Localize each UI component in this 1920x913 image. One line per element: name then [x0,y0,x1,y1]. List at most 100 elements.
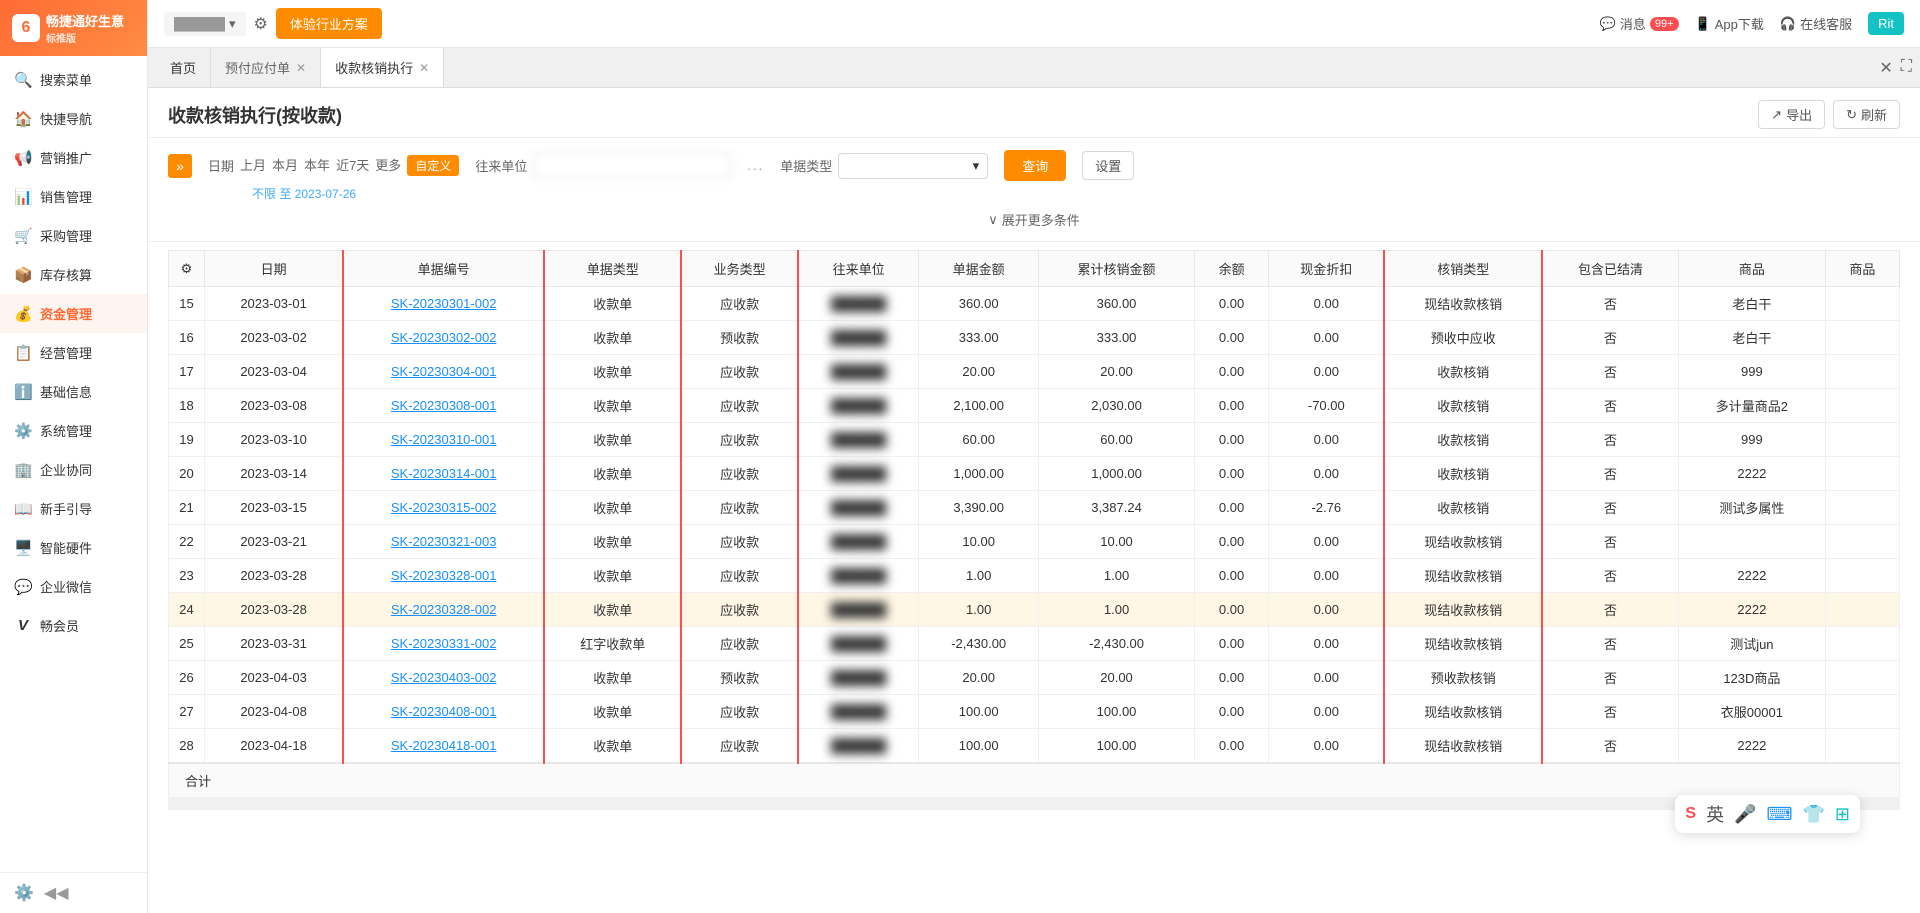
sidebar-item-sales[interactable]: 📊 销售管理 [0,177,147,216]
setting-button[interactable]: 设置 [1082,151,1134,180]
cell-biztype: 应收款 [681,389,798,423]
sidebar-item-finance[interactable]: 💰 资金管理 [0,294,147,333]
cell-docno[interactable]: SK-20230328-002 [343,593,544,627]
export-button[interactable]: ↗ 导出 [1758,100,1825,129]
tab-prepay-close-icon[interactable]: ✕ [296,61,306,75]
industry-solution-button[interactable]: 体验行业方案 [276,8,382,39]
expand-more-btn[interactable]: ∨ 展开更多条件 [168,210,1900,229]
sidebar-item-basic[interactable]: ℹ️ 基础信息 [0,372,147,411]
cell-discount: 0.00 [1269,287,1385,321]
table-row: 272023-04-08SK-20230408-001收款单应收款██████1… [169,695,1900,729]
date-custom-btn[interactable]: 自定义 [407,155,459,176]
cell-partner: ██████ [798,729,919,764]
settings-icon[interactable]: ⚙️ [14,883,34,903]
toolbar-mic-icon[interactable]: 🎤 [1734,804,1756,825]
date-7days[interactable]: 近7天 [336,155,369,176]
cell-docno[interactable]: SK-20230418-001 [343,729,544,764]
cell-docno[interactable]: SK-20230408-001 [343,695,544,729]
settings-icon: ⚙ [181,261,193,276]
cell-num: 26 [169,661,205,695]
date-this-month[interactable]: 本月 [272,155,298,176]
sidebar-item-operations[interactable]: 📋 经营管理 [0,333,147,372]
sidebar-item-purchase[interactable]: 🛒 采购管理 [0,216,147,255]
tab-home[interactable]: 首页 [156,48,211,87]
date-links: 上月 本月 本年 近7天 更多 自定义 [240,155,459,176]
cell-docno[interactable]: SK-20230304-001 [343,355,544,389]
horizontal-scrollbar[interactable] [168,798,1900,810]
table-row: 182023-03-08SK-20230308-001收款单应收款██████2… [169,389,1900,423]
cell-settled: 否 [1542,423,1678,457]
cell-amount: 1.00 [919,593,1039,627]
sidebar-item-label: 智能硬件 [40,538,92,557]
cell-num: 15 [169,287,205,321]
company-selector[interactable]: ██████ ▾ [164,12,246,36]
sidebar-item-wechat[interactable]: 💬 企业微信 [0,567,147,606]
doctype-select[interactable]: ▾ [838,153,988,179]
sidebar-item-quicknav[interactable]: 🏠 快捷导航 [0,99,147,138]
page-title-bar: 收款核销执行(按收款) ↗ 导出 ↻ 刷新 [148,88,1920,138]
cell-docno[interactable]: SK-20230314-001 [343,457,544,491]
sidebar-logo: 6 畅捷通好生意 标推版 [0,0,147,56]
settings-gear-icon[interactable]: ⚙ [254,14,268,34]
col-settled: 包含已结清 [1542,251,1678,287]
toolbar-keyboard-icon[interactable]: ⌨ [1767,804,1793,825]
cell-docno[interactable]: SK-20230308-001 [343,389,544,423]
cell-docno[interactable]: SK-20230310-001 [343,423,544,457]
messages-action[interactable]: 💬 消息 99+ [1600,14,1679,33]
cell-product2 [1825,389,1899,423]
sidebar-item-marketing[interactable]: 📢 营销推广 [0,138,147,177]
cell-settled: 否 [1542,661,1678,695]
sidebar-item-member[interactable]: V 畅会员 [0,606,147,645]
cell-product1: 999 [1678,355,1825,389]
cell-docno[interactable]: SK-20230328-001 [343,559,544,593]
date-this-year[interactable]: 本年 [304,155,330,176]
toolbar-grid-icon[interactable]: ⊞ [1835,804,1850,825]
col-docno: 单据编号 [343,251,544,287]
query-button[interactable]: 查询 [1004,150,1066,181]
cell-balance: 0.00 [1195,287,1269,321]
cell-num: 25 [169,627,205,661]
search-icon: 🔍 [14,71,32,89]
sidebar-item-guide[interactable]: 📖 新手引导 [0,489,147,528]
sidebar-item-hardware[interactable]: 🖥️ 智能硬件 [0,528,147,567]
sidebar-item-corp[interactable]: 🏢 企业协同 [0,450,147,489]
sidebar-item-system[interactable]: ⚙️ 系统管理 [0,411,147,450]
tab-receipt[interactable]: 收款核销执行 ✕ [321,48,444,87]
user-avatar[interactable]: Rit [1868,12,1904,35]
sidebar-item-inventory[interactable]: 📦 库存核算 [0,255,147,294]
cell-docno[interactable]: SK-20230302-002 [343,321,544,355]
online-service-action[interactable]: 🎧 在线客服 [1780,14,1852,33]
date-more[interactable]: 更多 [375,155,401,176]
cell-verifytype: 现结收款核销 [1384,287,1542,321]
operations-icon: 📋 [14,344,32,362]
filter-expand-icon[interactable]: » [168,154,192,178]
cell-date: 2023-03-31 [205,627,344,661]
cell-docno[interactable]: SK-20230315-002 [343,491,544,525]
dropdown-icon: ▾ [229,16,236,32]
toolbar-shirt-icon[interactable]: 👕 [1802,804,1824,825]
partner-input[interactable] [533,153,731,178]
cell-verified: 100.00 [1039,729,1195,764]
col-settings[interactable]: ⚙ [169,251,205,287]
tab-close-icon[interactable]: ✕ [1879,58,1892,78]
app-download-action[interactable]: 📱 App下载 [1695,14,1764,33]
toolbar-english-icon[interactable]: 英 [1706,801,1724,827]
cell-docno[interactable]: SK-20230321-003 [343,525,544,559]
col-date: 日期 [205,251,344,287]
cell-verified: 20.00 [1039,355,1195,389]
cell-biztype: 应收款 [681,593,798,627]
cell-docno[interactable]: SK-20230331-002 [343,627,544,661]
refresh-button[interactable]: ↻ 刷新 [1833,100,1900,129]
company-name: ██████ [174,17,225,31]
tab-prepay[interactable]: 预付应付单 ✕ [211,48,321,87]
partner-label: 往来单位 [475,156,527,175]
tab-receipt-close-icon[interactable]: ✕ [419,61,429,75]
cell-docno[interactable]: SK-20230403-002 [343,661,544,695]
collapse-icon[interactable]: ◀◀ [44,883,69,903]
date-prev-month[interactable]: 上月 [240,155,266,176]
cell-biztype: 应收款 [681,491,798,525]
sidebar-item-search[interactable]: 🔍 搜索菜单 [0,60,147,99]
cell-verifytype: 收款核销 [1384,491,1542,525]
tab-expand-icon[interactable]: ⛶ [1901,58,1912,78]
cell-docno[interactable]: SK-20230301-002 [343,287,544,321]
